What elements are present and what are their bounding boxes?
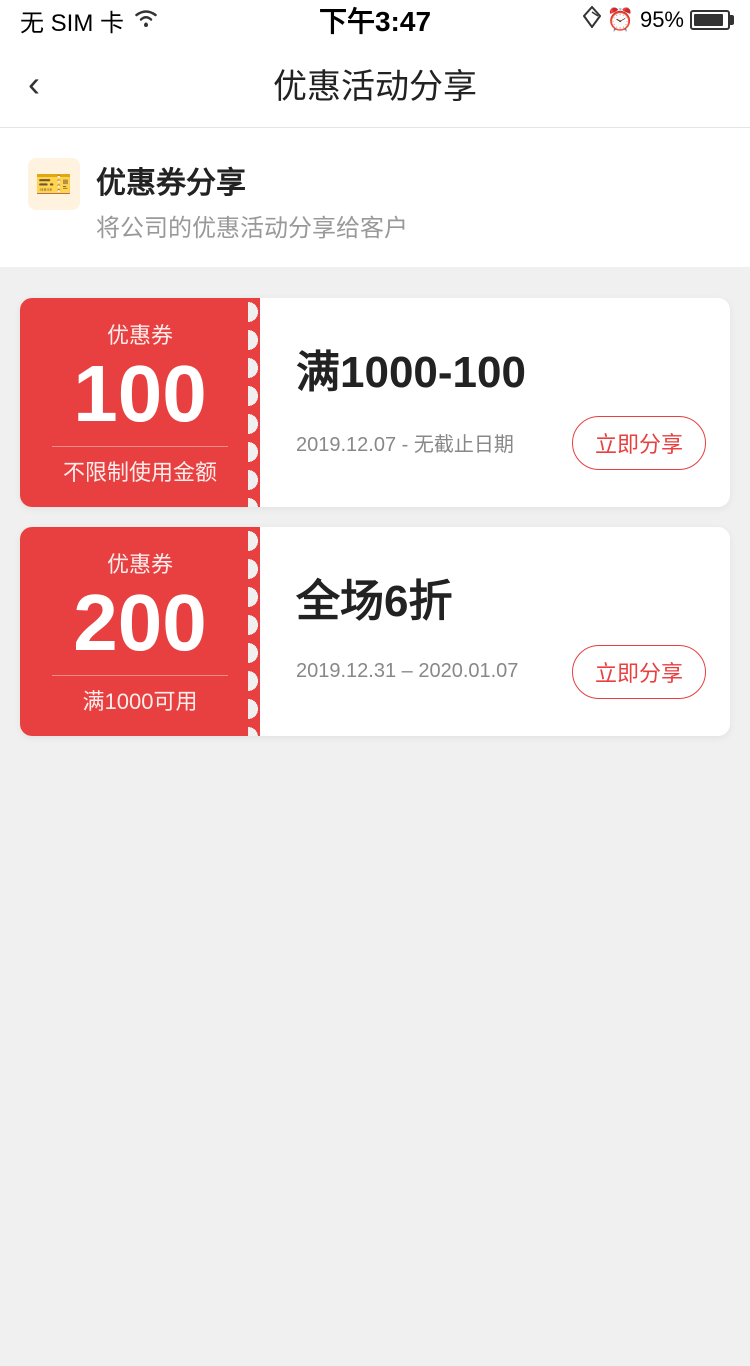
section-text-block: 优惠券分享 将公司的优惠活动分享给客户: [96, 158, 408, 243]
coupon-label-1: 优惠券: [107, 318, 173, 350]
status-right: ⏰ 95%: [583, 6, 730, 34]
coupon-card-1: 优惠券 100 不限制使用金额 满1000-100 2019.12.07 - 无…: [20, 298, 730, 507]
location-icon: [583, 6, 601, 34]
no-sim-text: 无 SIM 卡: [20, 3, 124, 38]
coupon-condition-2: 满1000可用: [83, 684, 198, 716]
coupon-right-2: 全场6折 2019.12.31 – 2020.01.07 立即分享: [260, 527, 730, 736]
coupon-date-2: 2019.12.31 – 2020.01.07: [296, 660, 562, 683]
coupon-name-1: 满1000-100: [296, 336, 706, 400]
section-title: 优惠券分享: [96, 158, 408, 202]
status-left: 无 SIM 卡: [20, 3, 160, 38]
coupon-divider-2: [52, 675, 228, 676]
bottom-space: [0, 766, 750, 1366]
coupon-condition-1: 不限制使用金额: [63, 455, 217, 487]
battery-icon: [690, 10, 730, 30]
battery-percent: 95%: [640, 7, 684, 33]
page-title: 优惠活动分享: [273, 59, 477, 108]
back-button[interactable]: ‹: [28, 63, 40, 105]
coupon-amount-2: 200: [73, 583, 206, 663]
coupon-meta-1: 2019.12.07 - 无截止日期 立即分享: [296, 416, 706, 470]
section-icon: 🎫: [28, 158, 80, 210]
share-button-2[interactable]: 立即分享: [572, 645, 706, 699]
coupon-divider-1: [52, 446, 228, 447]
nav-bar: ‹ 优惠活动分享: [0, 40, 750, 128]
coupon-label-2: 优惠券: [107, 547, 173, 579]
coupon-meta-2: 2019.12.31 – 2020.01.07 立即分享: [296, 645, 706, 699]
share-button-1[interactable]: 立即分享: [572, 416, 706, 470]
coupon-left-2: 优惠券 200 满1000可用: [20, 527, 260, 736]
wifi-icon: [132, 6, 160, 35]
alarm-icon: ⏰: [607, 7, 634, 33]
coupon-name-2: 全场6折: [296, 565, 706, 629]
coupon-date-1: 2019.12.07 - 无截止日期: [296, 428, 562, 457]
section-subtitle: 将公司的优惠活动分享给客户: [96, 208, 408, 243]
coupon-list: 优惠券 100 不限制使用金额 满1000-100 2019.12.07 - 无…: [0, 268, 750, 766]
coupon-amount-1: 100: [73, 354, 206, 434]
status-bar: 无 SIM 卡 下午3:47 ⏰ 95%: [0, 0, 750, 40]
status-time: 下午3:47: [319, 0, 431, 40]
coupon-left-1: 优惠券 100 不限制使用金额: [20, 298, 260, 507]
section-header: 🎫 优惠券分享 将公司的优惠活动分享给客户: [0, 128, 750, 268]
coupon-right-1: 满1000-100 2019.12.07 - 无截止日期 立即分享: [260, 298, 730, 507]
coupon-card-2: 优惠券 200 满1000可用 全场6折 2019.12.31 – 2020.0…: [20, 527, 730, 736]
